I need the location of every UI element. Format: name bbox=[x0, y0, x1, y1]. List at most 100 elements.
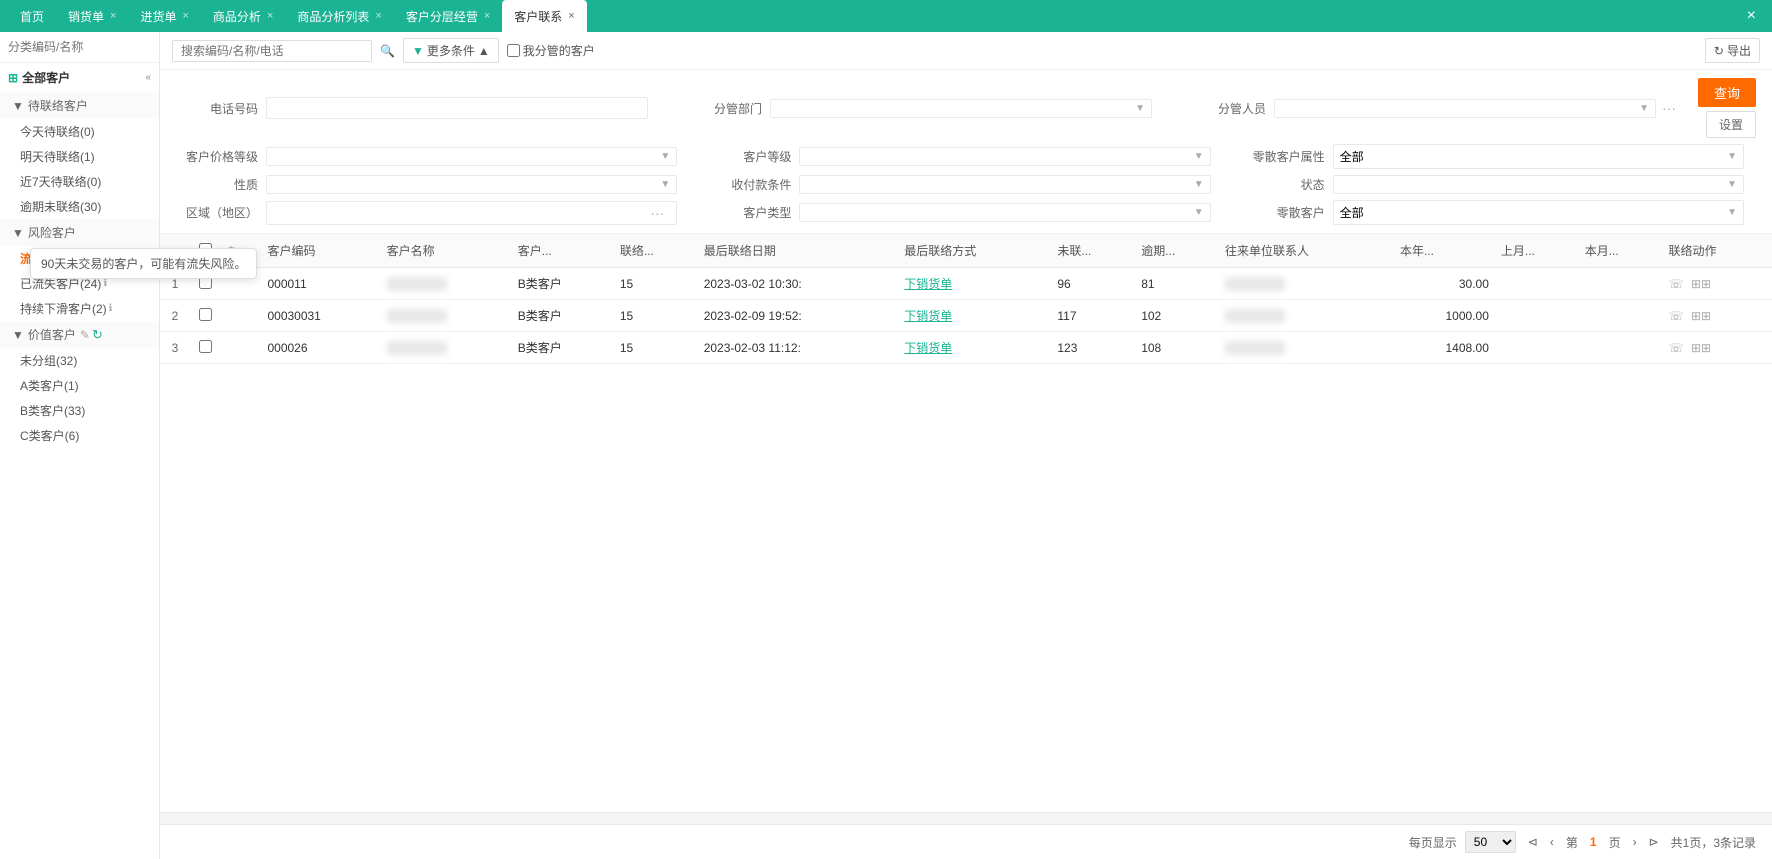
tab-customer-contact[interactable]: 客户联系 × bbox=[502, 0, 586, 32]
tab-home[interactable]: 首页 bbox=[8, 0, 56, 32]
info-icon2: ℹ bbox=[109, 303, 113, 314]
adv-field-zero-attr: 零散客户属性 全部 ▼ bbox=[1243, 144, 1744, 169]
filter-search-input[interactable] bbox=[172, 40, 372, 62]
section-arrow-pending: ▼ bbox=[12, 99, 24, 113]
action-icon-2[interactable]: ⊞⊞ bbox=[1691, 277, 1711, 291]
all-customers-label: 全部客户 bbox=[22, 69, 70, 86]
sidebar-item-class-a[interactable]: A类客户(1) bbox=[0, 373, 159, 398]
cell-spacer bbox=[220, 332, 261, 364]
cell-last-date: 2023-02-03 11:12: bbox=[698, 332, 899, 364]
cell-year-amount: 1408.00 bbox=[1394, 332, 1495, 364]
zero-attr-chevron: ▼ bbox=[1727, 151, 1737, 162]
sidebar-item-tomorrow[interactable]: 明天待联络(1) bbox=[0, 144, 159, 169]
sidebar-all-customers[interactable]: ⊞ 全部客户 « bbox=[0, 63, 159, 92]
sidebar-search-input[interactable] bbox=[8, 40, 160, 54]
customer-level-select[interactable]: ▼ bbox=[799, 147, 1210, 166]
last-way-link[interactable]: 下销货单 bbox=[904, 309, 952, 323]
cell-action: ☏ ⊞⊞ bbox=[1663, 332, 1772, 364]
tab-customer-segment[interactable]: 客户分层经营 × bbox=[394, 0, 502, 32]
tab-customer-segment-close[interactable]: × bbox=[484, 10, 490, 22]
status-label: 状态 bbox=[1243, 176, 1333, 193]
sidebar-item-overdue[interactable]: 逾期未联络(30) bbox=[0, 194, 159, 219]
edit-icon[interactable]: ✎ bbox=[80, 328, 90, 342]
status-chevron: ▼ bbox=[1727, 179, 1737, 190]
price-level-label: 客户价格等级 bbox=[176, 148, 266, 165]
last-way-link[interactable]: 下销货单 bbox=[904, 341, 952, 355]
cell-contact: 15 bbox=[614, 268, 698, 300]
tab-analysis-close[interactable]: × bbox=[267, 10, 273, 22]
window-close-icon[interactable]: × bbox=[1739, 7, 1764, 25]
sidebar-section-risk[interactable]: ▼ 风险客户 bbox=[0, 219, 159, 246]
sidebar-item-class-b[interactable]: B类客户(33) bbox=[0, 398, 159, 423]
refresh-small-icon: ↻ bbox=[1714, 44, 1724, 58]
phone-label: 电话号码 bbox=[176, 100, 266, 117]
my-customers-label: 我分管的客户 bbox=[523, 42, 595, 59]
cell-code: 000011 bbox=[261, 268, 380, 300]
tab-analysis[interactable]: 商品分析 × bbox=[201, 0, 285, 32]
action-icon-1[interactable]: ☏ bbox=[1669, 309, 1684, 323]
action-icon-2[interactable]: ⊞⊞ bbox=[1691, 309, 1711, 323]
sidebar-item-week[interactable]: 近7天待联络(0) bbox=[0, 169, 159, 194]
manager-select[interactable]: ▼ bbox=[1274, 99, 1656, 118]
more-btn-1[interactable]: ··· bbox=[1656, 100, 1682, 116]
tab-customer-contact-close[interactable]: × bbox=[568, 10, 574, 22]
more-conditions-btn[interactable]: ▼ 更多条件 ▲ bbox=[403, 38, 499, 63]
nature-chevron: ▼ bbox=[660, 179, 670, 190]
horizontal-scrollbar[interactable] bbox=[160, 812, 1772, 824]
tab-analysis-list[interactable]: 商品分析列表 × bbox=[285, 0, 393, 32]
next-page-btn[interactable]: › bbox=[1629, 835, 1641, 849]
cell-name bbox=[381, 300, 512, 332]
payment-select[interactable]: ▼ bbox=[799, 175, 1210, 194]
my-customers-checkbox[interactable]: 我分管的客户 bbox=[507, 42, 595, 59]
region-more[interactable]: ··· bbox=[644, 205, 670, 221]
dept-label: 分管部门 bbox=[680, 100, 770, 117]
prev-page-btn[interactable]: ‹ bbox=[1546, 835, 1558, 849]
action-icon-2[interactable]: ⊞⊞ bbox=[1691, 341, 1711, 355]
sidebar-item-today-label: 今天待联络(0) bbox=[20, 123, 95, 140]
zero-customer-select[interactable]: 全部 ▼ bbox=[1333, 200, 1744, 225]
row-checkbox[interactable] bbox=[199, 308, 212, 321]
tab-bar: 首页 销货单 × 进货单 × 商品分析 × 商品分析列表 × 客户分层经营 × … bbox=[0, 0, 1772, 32]
sidebar-item-today[interactable]: 今天待联络(0) bbox=[0, 119, 159, 144]
action-icon-1[interactable]: ☏ bbox=[1669, 277, 1684, 291]
nature-select[interactable]: ▼ bbox=[266, 175, 677, 194]
query-btn[interactable]: 查询 bbox=[1698, 78, 1756, 107]
zero-attr-select[interactable]: 全部 ▼ bbox=[1333, 144, 1744, 169]
cell-unit-contact bbox=[1219, 332, 1394, 364]
cell-name bbox=[381, 332, 512, 364]
tab-analysis-list-close[interactable]: × bbox=[375, 10, 381, 22]
refresh-icon[interactable]: ↻ bbox=[92, 327, 103, 343]
cell-code: 00030031 bbox=[261, 300, 380, 332]
export-btn[interactable]: ↻ 导出 bbox=[1705, 38, 1760, 63]
region-label: 区域（地区） bbox=[176, 204, 266, 221]
row-checkbox[interactable] bbox=[199, 340, 212, 353]
tab-purchase[interactable]: 进货单 × bbox=[128, 0, 200, 32]
dept-select[interactable]: ▼ bbox=[770, 99, 1152, 118]
first-page-btn[interactable]: ⊲ bbox=[1524, 835, 1542, 849]
phone-input[interactable] bbox=[266, 97, 648, 119]
adv-field-zero-customer: 零散客户 全部 ▼ bbox=[1243, 200, 1744, 225]
customer-type-select[interactable]: ▼ bbox=[799, 203, 1210, 222]
page-size-select[interactable]: 50 100 200 bbox=[1465, 831, 1516, 853]
tab-sales[interactable]: 销货单 × bbox=[56, 0, 128, 32]
price-level-select[interactable]: ▼ bbox=[266, 147, 677, 166]
sidebar-item-ungrouped[interactable]: 未分组(32) bbox=[0, 348, 159, 373]
th-unit-contact: 往来单位联系人 bbox=[1219, 234, 1394, 268]
sidebar-section-pending[interactable]: ▼ 待联络客户 bbox=[0, 92, 159, 119]
tab-purchase-close[interactable]: × bbox=[182, 10, 188, 22]
last-way-link[interactable]: 下销货单 bbox=[904, 277, 952, 291]
my-customers-check[interactable] bbox=[507, 44, 520, 57]
tab-sales-close[interactable]: × bbox=[110, 10, 116, 22]
sidebar-item-declining[interactable]: 持续下滑客户(2) ℹ bbox=[0, 296, 159, 321]
sidebar-item-class-c[interactable]: C类客户(6) bbox=[0, 423, 159, 448]
setting-btn[interactable]: 设置 bbox=[1706, 111, 1756, 138]
tab-sales-label: 销货单 bbox=[68, 8, 104, 25]
action-icon-1[interactable]: ☏ bbox=[1669, 341, 1684, 355]
cell-num: 2 bbox=[160, 300, 190, 332]
cell-type: B类客户 bbox=[512, 332, 614, 364]
filter-search-icon[interactable]: 🔍 bbox=[380, 44, 395, 58]
last-page-btn[interactable]: ⊳ bbox=[1645, 835, 1663, 849]
status-select[interactable]: ▼ bbox=[1333, 175, 1744, 194]
region-select[interactable]: ··· bbox=[266, 201, 677, 225]
sidebar-section-value[interactable]: ▼ 价值客户 ✎ ↻ bbox=[0, 321, 159, 348]
